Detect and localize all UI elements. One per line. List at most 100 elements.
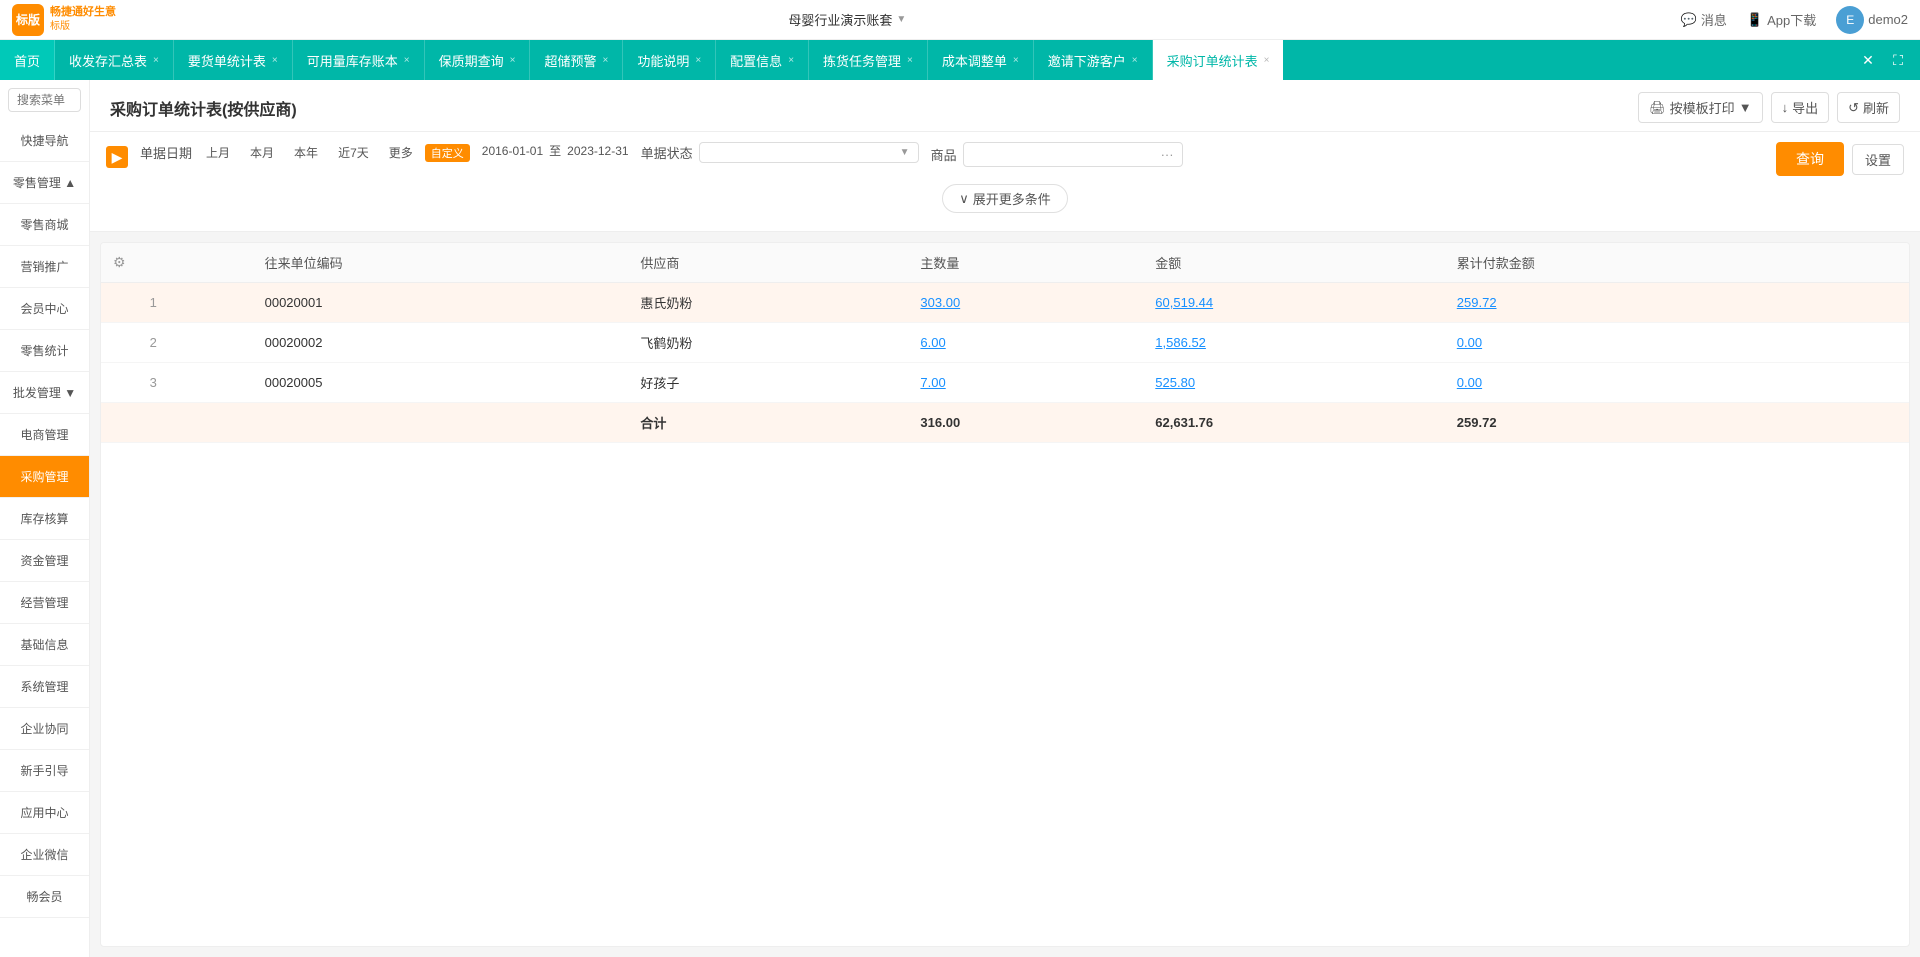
- close-icon[interactable]: ×: [695, 55, 701, 66]
- date-shortcut-7days[interactable]: 近7天: [330, 142, 377, 163]
- tab-yaohuodantongji[interactable]: 要货单统计表 ×: [174, 40, 293, 80]
- date-from-value: 2016-01-01: [482, 144, 543, 158]
- refresh-button[interactable]: ↺ 刷新: [1837, 92, 1900, 123]
- cell-amount: 60,519.44: [1143, 283, 1444, 323]
- tab-tuohuo[interactable]: 拣货任务管理 ×: [809, 40, 928, 80]
- message-button[interactable]: 💬 消息: [1681, 10, 1727, 29]
- footer-cell-num: [138, 403, 253, 443]
- amount-link[interactable]: 60,519.44: [1155, 295, 1213, 310]
- account-selector[interactable]: 母婴行业演示账套 ▼: [788, 10, 906, 29]
- cell-quantity: 6.00: [908, 323, 1143, 363]
- sidebar-item-ecommerce[interactable]: 电商管理: [0, 414, 89, 456]
- sidebar-item-operations[interactable]: 经营管理: [0, 582, 89, 624]
- sidebar-item-retail-mall[interactable]: 零售商城: [0, 204, 89, 246]
- sidebar-item-marketing[interactable]: 营销推广: [0, 246, 89, 288]
- tab-baoyuanqi[interactable]: 保质期查询 ×: [425, 40, 531, 80]
- amount-link[interactable]: 1,586.52: [1155, 335, 1206, 350]
- expand-more-button[interactable]: ∨ 展开更多条件: [942, 184, 1068, 213]
- print-label: 按模板打印: [1670, 98, 1735, 117]
- sidebar-search-input[interactable]: [8, 88, 81, 112]
- status-select[interactable]: ▼: [699, 142, 919, 163]
- col-row-num: [138, 243, 253, 283]
- sidebar-item-basic[interactable]: 基础信息: [0, 624, 89, 666]
- sidebar-item-finance[interactable]: 资金管理: [0, 540, 89, 582]
- close-icon[interactable]: ×: [907, 55, 913, 66]
- tab-caigoudingtong[interactable]: 采购订单统计表 ×: [1153, 40, 1284, 80]
- footer-cell-quantity: 316.00: [908, 403, 1143, 443]
- paid-link[interactable]: 0.00: [1457, 375, 1482, 390]
- tab-home[interactable]: 首页: [0, 40, 55, 80]
- close-icon[interactable]: ×: [788, 55, 794, 66]
- paid-link[interactable]: 259.72: [1457, 295, 1497, 310]
- tab-label: 成本调整单: [942, 51, 1007, 70]
- close-icon[interactable]: ×: [510, 55, 516, 66]
- cell-supplier: 好孩子: [628, 363, 908, 403]
- close-all-tabs-button[interactable]: ✕: [1854, 46, 1882, 74]
- sidebar-item-inventory[interactable]: 库存核算: [0, 498, 89, 540]
- query-button[interactable]: 查询: [1776, 142, 1844, 176]
- close-icon[interactable]: ×: [1264, 55, 1270, 66]
- col-amount: 金额: [1143, 243, 1444, 283]
- close-icon[interactable]: ×: [272, 55, 278, 66]
- sidebar-item-system[interactable]: 系统管理: [0, 666, 89, 708]
- sidebar-item-vip[interactable]: 畅会员: [0, 876, 89, 918]
- tab-yaoqingxiayou[interactable]: 邀请下游客户 ×: [1034, 40, 1153, 80]
- tab-label: 保质期查询: [439, 51, 504, 70]
- quantity-link[interactable]: 7.00: [920, 375, 945, 390]
- print-button[interactable]: 🖨 按模板打印 ▼: [1638, 92, 1762, 123]
- sidebar-item-members[interactable]: 会员中心: [0, 288, 89, 330]
- goods-input-wrapper: ···: [963, 142, 1183, 167]
- settings-button[interactable]: 设置: [1852, 144, 1904, 175]
- export-button[interactable]: ↓ 导出: [1771, 92, 1830, 123]
- gear-icon[interactable]: ⚙: [113, 254, 126, 270]
- date-shortcut-thismonth[interactable]: 本月: [242, 142, 282, 163]
- tab-gongnengshuo[interactable]: 功能说明 ×: [623, 40, 716, 80]
- sidebar-item-enterprise[interactable]: 企业协同: [0, 708, 89, 750]
- sidebar-item-retail-stats[interactable]: 零售统计: [0, 330, 89, 372]
- date-value-display: 2016-01-01 至 2023-12-31: [482, 142, 629, 159]
- sidebar-item-quicknav[interactable]: 快捷导航: [0, 120, 89, 162]
- close-icon[interactable]: ×: [1132, 55, 1138, 66]
- cell-extra: [1821, 283, 1909, 323]
- goods-filter: 商品 ···: [931, 142, 1183, 167]
- user-profile[interactable]: E demo2: [1836, 6, 1908, 34]
- tab-peizhi[interactable]: 配置信息 ×: [716, 40, 809, 80]
- tab-chengbentiaojie[interactable]: 成本调整单 ×: [928, 40, 1034, 80]
- sidebar-item-enterprise-wx[interactable]: 企业微信: [0, 834, 89, 876]
- sidebar-item-newguide[interactable]: 新手引导: [0, 750, 89, 792]
- filter-collapse-toggle[interactable]: ▶: [106, 146, 128, 168]
- paid-link[interactable]: 0.00: [1457, 335, 1482, 350]
- date-custom-badge[interactable]: 自定义: [425, 144, 470, 162]
- close-icon[interactable]: ×: [404, 55, 410, 66]
- date-shortcut-thisyear[interactable]: 本年: [286, 142, 326, 163]
- date-shortcut-lastmonth[interactable]: 上月: [198, 142, 238, 163]
- sidebar-item-wholesale[interactable]: 批发管理 ▼: [0, 372, 89, 414]
- tab-label: 配置信息: [730, 51, 782, 70]
- quantity-link[interactable]: 6.00: [920, 335, 945, 350]
- more-icon[interactable]: ···: [1161, 147, 1174, 162]
- footer-cell-paid: 259.72: [1445, 403, 1821, 443]
- cell-unit-code: 00020002: [253, 323, 629, 363]
- tab-keyongliang[interactable]: 可用量库存账本 ×: [293, 40, 425, 80]
- account-selector-area[interactable]: 母婴行业演示账套 ▼: [788, 10, 1008, 29]
- quantity-link[interactable]: 303.00: [920, 295, 960, 310]
- cell-extra: [1821, 323, 1909, 363]
- close-icon[interactable]: ×: [602, 55, 608, 66]
- close-icon[interactable]: ×: [153, 55, 159, 66]
- maximize-button[interactable]: ⛶: [1884, 46, 1912, 74]
- sidebar-item-retail[interactable]: 零售管理 ▲: [0, 162, 89, 204]
- date-shortcut-more[interactable]: 更多: [381, 142, 421, 163]
- tab-chaochuyujing[interactable]: 超储预警 ×: [530, 40, 623, 80]
- tab-shoufakahuizong[interactable]: 收发存汇总表 ×: [55, 40, 174, 80]
- sidebar-item-appcenter[interactable]: 应用中心: [0, 792, 89, 834]
- goods-input[interactable]: [972, 147, 1161, 162]
- logo-icon: 标版: [12, 4, 44, 36]
- close-icon[interactable]: ×: [1013, 55, 1019, 66]
- logo-sub: 标版: [50, 21, 116, 33]
- user-name: demo2: [1868, 12, 1908, 27]
- app-download-button[interactable]: 📱 App下载: [1747, 10, 1816, 29]
- expand-more-row: ∨ 展开更多条件: [106, 176, 1904, 221]
- table-container: ⚙ 往来单位编码 供应商 主数量 金额 累计付款金额 1: [100, 242, 1910, 947]
- amount-link[interactable]: 525.80: [1155, 375, 1195, 390]
- sidebar-item-purchase[interactable]: 采购管理: [0, 456, 89, 498]
